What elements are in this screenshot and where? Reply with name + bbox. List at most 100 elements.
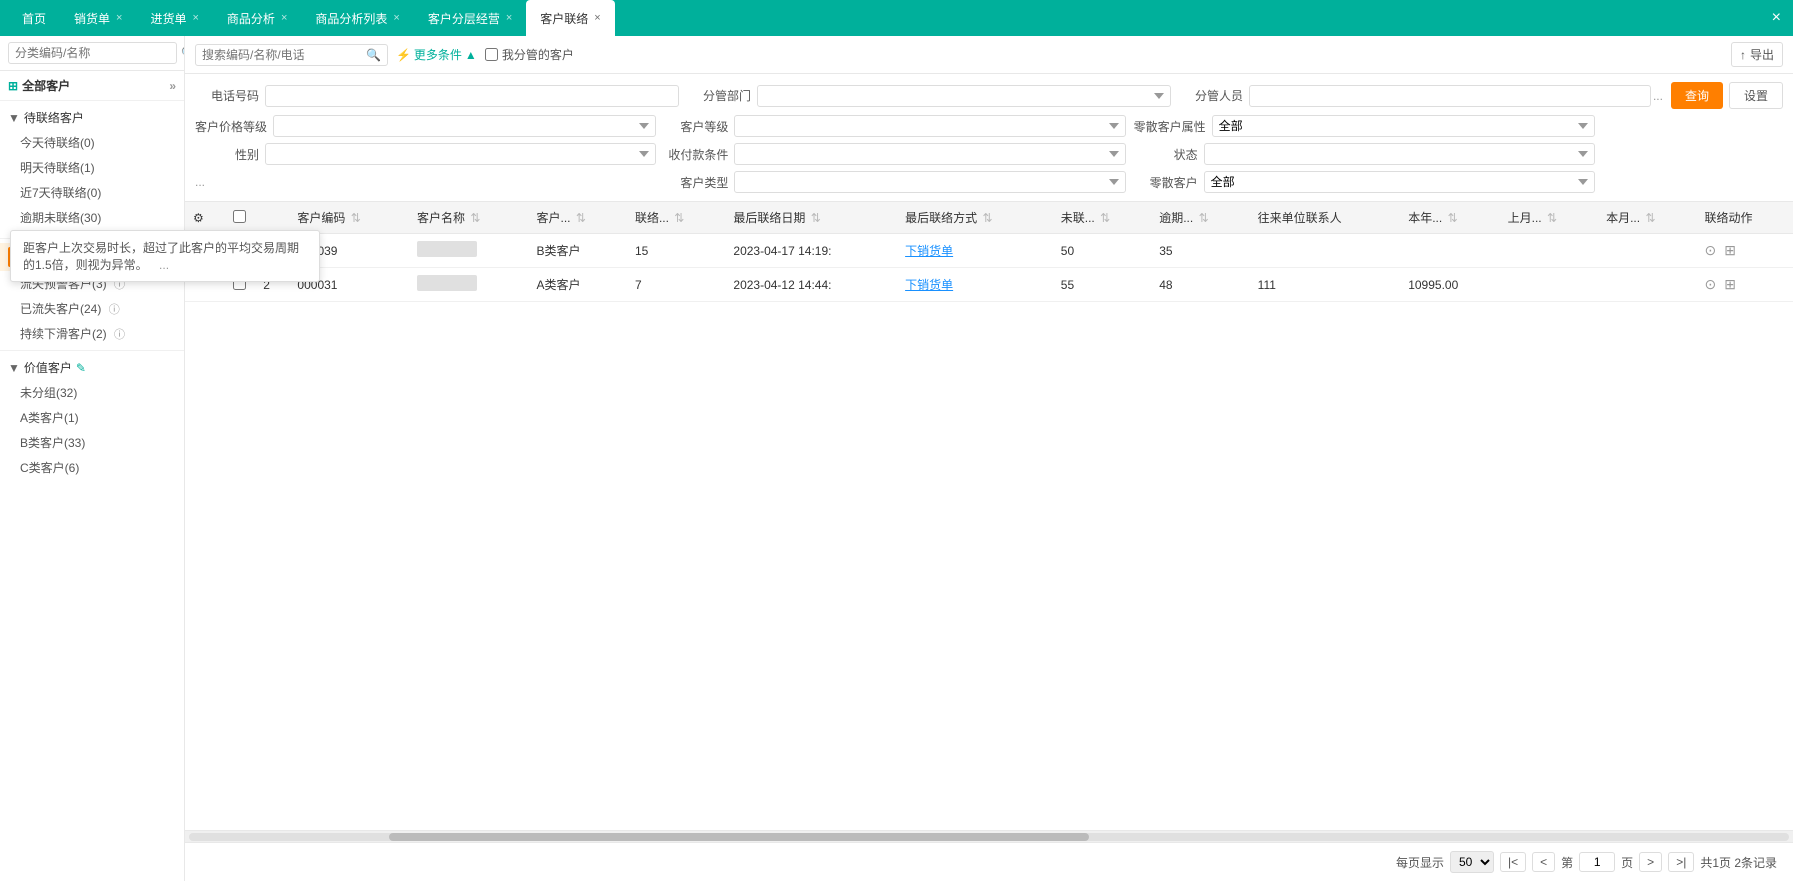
close-product-analysis-tab[interactable]: ×: [281, 12, 287, 24]
last-contact-date-sort-icon[interactable]: ⇅: [811, 211, 821, 225]
next-page-btn[interactable]: >: [1639, 852, 1662, 872]
row2-contact-method-link[interactable]: 下销货单: [905, 278, 953, 292]
close-sales-tab[interactable]: ×: [116, 12, 122, 24]
row1-no-contact: 50: [1053, 234, 1151, 268]
my-customer-checkbox[interactable]: [485, 48, 498, 61]
close-purchase-tab[interactable]: ×: [192, 12, 198, 24]
sidebar-tomorrow-contact[interactable]: 明天待联络(1): [0, 155, 184, 180]
first-page-btn[interactable]: |<: [1500, 852, 1526, 872]
continuous-down-info-icon[interactable]: ⓘ: [114, 329, 125, 341]
name-sort-icon[interactable]: ⇅: [470, 211, 480, 225]
my-customer-checkbox-wrap[interactable]: 我分管的客户: [485, 46, 574, 63]
waiting-contact-title[interactable]: ▼ 待联络客户: [0, 105, 184, 130]
filter-dept-select[interactable]: [757, 85, 1171, 107]
th-last-contact-method[interactable]: 最后联络方式 ⇅: [897, 202, 1053, 234]
sidebar-search-input[interactable]: [8, 42, 177, 64]
no-contact-sort-icon[interactable]: ⇅: [1100, 211, 1110, 225]
sidebar-today-contact[interactable]: 今天待联络(0): [0, 130, 184, 155]
row1-contact-method-link[interactable]: 下销货单: [905, 244, 953, 258]
gear-icon[interactable]: ⚙: [193, 211, 204, 225]
horizontal-scrollbar[interactable]: [185, 830, 1793, 842]
sidebar-collapse-btn[interactable]: »: [169, 79, 176, 93]
nav-purchase[interactable]: 进货单 ×: [136, 0, 212, 36]
th-name[interactable]: 客户名称 ⇅: [409, 202, 529, 234]
th-type[interactable]: 客户... ⇅: [528, 202, 626, 234]
this-year-sort-icon[interactable]: ⇅: [1448, 211, 1458, 225]
filter-manager-input[interactable]: [1249, 85, 1651, 107]
close-customer-contact-tab[interactable]: ×: [594, 12, 600, 24]
row2-last-contact-date: 2023-04-12 14:44:: [725, 268, 897, 302]
set-button[interactable]: 设置: [1729, 82, 1783, 109]
row1-more-icon[interactable]: ⊞: [1724, 242, 1736, 259]
close-customer-tier-tab[interactable]: ×: [506, 12, 512, 24]
th-last-month[interactable]: 上月... ⇅: [1500, 202, 1598, 234]
sidebar-7days-contact[interactable]: 近7天待联络(0): [0, 180, 184, 205]
export-button[interactable]: ↑ 导出: [1731, 42, 1783, 67]
th-this-year[interactable]: 本年... ⇅: [1400, 202, 1499, 234]
row1-action: ⊙ ⊞: [1697, 234, 1793, 268]
th-overdue[interactable]: 逾期... ⇅: [1151, 202, 1249, 234]
sidebar-already-lost[interactable]: 已流失客户(24) ⓘ: [0, 296, 184, 321]
scrollbar-thumb[interactable]: [389, 833, 1089, 841]
filter-customer-type-select[interactable]: [734, 171, 1125, 193]
close-all-tabs[interactable]: ×: [1772, 9, 1781, 27]
sidebar-ungroup[interactable]: 未分组(32): [0, 380, 184, 405]
th-no-contact[interactable]: 未联... ⇅: [1053, 202, 1151, 234]
th-this-month[interactable]: 本月... ⇅: [1598, 202, 1696, 234]
th-unit-contact[interactable]: 往来单位联系人: [1250, 202, 1401, 234]
search-icon[interactable]: 🔍: [366, 48, 381, 62]
nav-home[interactable]: 首页: [8, 0, 60, 36]
scrollbar-track[interactable]: [189, 833, 1789, 841]
sidebar-continuous-down[interactable]: 持续下滑客户(2) ⓘ: [0, 321, 184, 346]
filter-status-select[interactable]: [1204, 143, 1595, 165]
th-gear[interactable]: ⚙: [185, 202, 225, 234]
value-customer-title[interactable]: ▼ 价值客户 ✎: [0, 355, 184, 380]
nav-customer-contact[interactable]: 客户联络 ×: [526, 0, 614, 36]
filter-gender-select[interactable]: [265, 143, 656, 165]
prev-page-btn[interactable]: <: [1532, 852, 1555, 872]
filter-retail-customer-select[interactable]: 全部: [1204, 171, 1595, 193]
customer-table: ⚙ 客户编码 ⇅ 客户名称 ⇅: [185, 202, 1793, 302]
last-page-btn[interactable]: >|: [1668, 852, 1694, 872]
already-lost-info-icon[interactable]: ⓘ: [109, 304, 120, 316]
sidebar-a-class[interactable]: A类客户(1): [0, 405, 184, 430]
nav-product-analysis-list[interactable]: 商品分析列表 ×: [301, 0, 413, 36]
code-sort-icon[interactable]: ⇅: [351, 211, 361, 225]
last-month-sort-icon[interactable]: ⇅: [1547, 211, 1557, 225]
nav-sales[interactable]: 销货单 ×: [60, 0, 136, 36]
close-product-analysis-list-tab[interactable]: ×: [393, 12, 399, 24]
last-contact-method-sort-icon[interactable]: ⇅: [982, 211, 992, 225]
th-last-contact-date[interactable]: 最后联络日期 ⇅: [725, 202, 897, 234]
contact-sort-icon[interactable]: ⇅: [674, 211, 684, 225]
sidebar-overdue-contact[interactable]: 逾期未联络(30): [0, 205, 184, 230]
select-all-checkbox[interactable]: [233, 210, 246, 223]
overdue-sort-icon[interactable]: ⇅: [1199, 211, 1209, 225]
nav-product-analysis[interactable]: 商品分析 ×: [213, 0, 301, 36]
filter-more-btn[interactable]: ⚡ 更多条件 ▲: [396, 46, 477, 63]
tooltip-more-btn[interactable]: ...: [159, 258, 169, 272]
sidebar-b-class[interactable]: B类客户(33): [0, 430, 184, 455]
filter-customer-level-select[interactable]: [734, 115, 1125, 137]
filter-retail-attr-select[interactable]: 全部: [1212, 115, 1595, 137]
filter-price-level-select[interactable]: [273, 115, 656, 137]
page-input[interactable]: [1579, 852, 1615, 872]
th-code[interactable]: 客户编码 ⇅: [289, 202, 409, 234]
th-contact[interactable]: 联络... ⇅: [627, 202, 725, 234]
filter-phone-input[interactable]: [265, 85, 679, 107]
row2-contact-icon[interactable]: ⊙: [1705, 276, 1717, 293]
row2-overdue: 48: [1151, 268, 1249, 302]
row2-more-icon[interactable]: ⊞: [1724, 276, 1736, 293]
search-input[interactable]: [202, 48, 362, 62]
filter-more-dots[interactable]: ...: [195, 175, 205, 189]
manager-more-icon[interactable]: ...: [1653, 89, 1663, 103]
row1-contact-icon[interactable]: ⊙: [1705, 242, 1717, 259]
query-button[interactable]: 查询: [1671, 82, 1723, 109]
row1-action-icons: ⊙ ⊞: [1705, 242, 1785, 259]
per-page-select[interactable]: 50: [1450, 851, 1494, 873]
nav-customer-tier[interactable]: 客户分层经营 ×: [414, 0, 526, 36]
type-sort-icon[interactable]: ⇅: [576, 211, 586, 225]
value-customer-edit-icon[interactable]: ✎: [76, 361, 86, 375]
this-month-sort-icon[interactable]: ⇅: [1645, 211, 1655, 225]
filter-payment-select[interactable]: [734, 143, 1125, 165]
sidebar-c-class[interactable]: C类客户(6): [0, 455, 184, 480]
